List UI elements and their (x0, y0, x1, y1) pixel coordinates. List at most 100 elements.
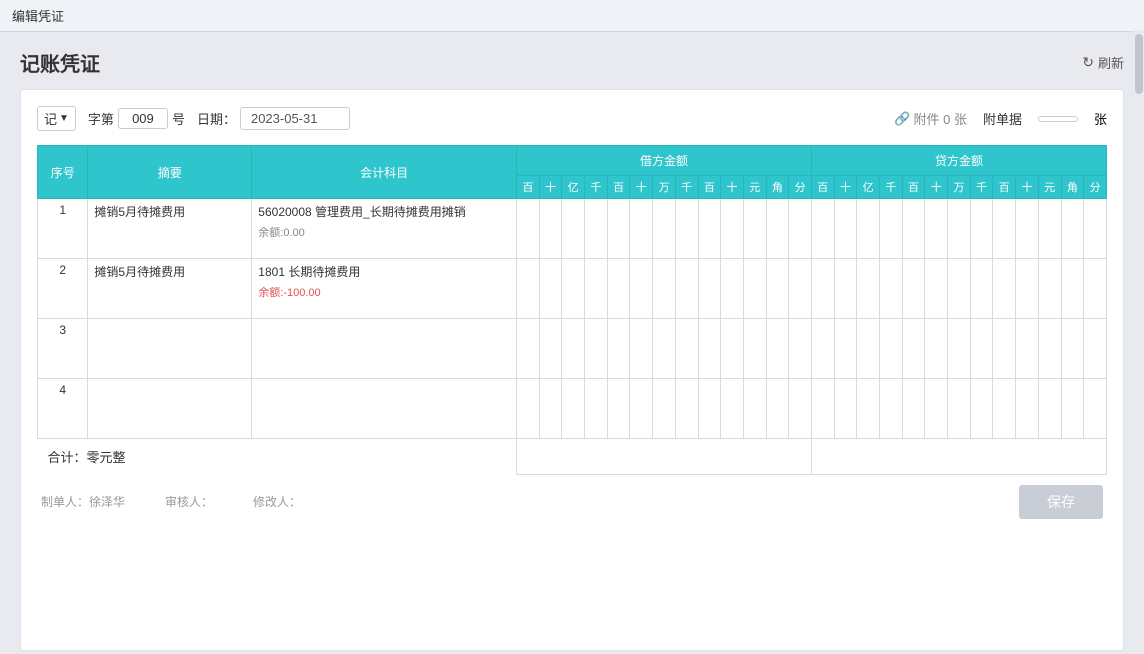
debit-cell-r0-c4[interactable] (607, 199, 630, 259)
debit-cell-r2-c1[interactable] (539, 319, 562, 379)
debit-cell-r3-c0[interactable] (517, 379, 540, 439)
credit-cell-r2-c8[interactable] (993, 319, 1016, 379)
debit-cell-r1-c8[interactable] (698, 259, 721, 319)
debit-cell-r2-c9[interactable] (721, 319, 744, 379)
credit-cell-r0-c3[interactable] (880, 199, 903, 259)
debit-cell-r3-c10[interactable] (743, 379, 766, 439)
ji-dropdown[interactable]: 记 ▼ (37, 106, 76, 131)
credit-cell-r3-c5[interactable] (925, 379, 948, 439)
row-summary-3[interactable] (88, 379, 252, 439)
credit-cell-r3-c4[interactable] (902, 379, 925, 439)
debit-cell-r0-c10[interactable] (743, 199, 766, 259)
credit-cell-r2-c0[interactable] (811, 319, 834, 379)
debit-cell-r1-c3[interactable] (585, 259, 608, 319)
debit-cell-r1-c9[interactable] (721, 259, 744, 319)
debit-cell-r1-c2[interactable] (562, 259, 585, 319)
credit-cell-r2-c7[interactable] (970, 319, 993, 379)
credit-cell-r1-c1[interactable] (834, 259, 857, 319)
refresh-button[interactable]: ↻ 刷新 (1082, 53, 1124, 72)
credit-cell-r0-c5[interactable] (925, 199, 948, 259)
credit-cell-r2-c10[interactable] (1038, 319, 1061, 379)
debit-cell-r3-c2[interactable] (562, 379, 585, 439)
credit-cell-r1-c4[interactable] (902, 259, 925, 319)
debit-cell-r1-c5[interactable] (630, 259, 653, 319)
credit-cell-r0-c1[interactable] (834, 199, 857, 259)
debit-cell-r2-c5[interactable] (630, 319, 653, 379)
credit-cell-r3-c7[interactable] (970, 379, 993, 439)
credit-cell-r0-c0[interactable] (811, 199, 834, 259)
debit-cell-r3-c6[interactable] (653, 379, 676, 439)
credit-cell-r0-c2[interactable] (857, 199, 880, 259)
credit-cell-r2-c9[interactable] (1016, 319, 1039, 379)
credit-cell-r2-c2[interactable] (857, 319, 880, 379)
credit-cell-r3-c3[interactable] (880, 379, 903, 439)
debit-cell-r0-c11[interactable] (766, 199, 789, 259)
credit-cell-r0-c10[interactable] (1038, 199, 1061, 259)
debit-cell-r0-c6[interactable] (653, 199, 676, 259)
credit-cell-r1-c0[interactable] (811, 259, 834, 319)
debit-cell-r1-c12[interactable] (789, 259, 812, 319)
credit-cell-r1-c11[interactable] (1061, 259, 1084, 319)
debit-cell-r3-c9[interactable] (721, 379, 744, 439)
credit-cell-r1-c12[interactable] (1084, 259, 1107, 319)
row-summary-0[interactable]: 摊销5月待摊费用 (88, 199, 252, 259)
credit-cell-r0-c12[interactable] (1084, 199, 1107, 259)
debit-cell-r2-c12[interactable] (789, 319, 812, 379)
debit-cell-r0-c9[interactable] (721, 199, 744, 259)
credit-cell-r1-c7[interactable] (970, 259, 993, 319)
debit-cell-r2-c11[interactable] (766, 319, 789, 379)
debit-cell-r0-c0[interactable] (517, 199, 540, 259)
credit-cell-r0-c6[interactable] (948, 199, 971, 259)
row-summary-2[interactable] (88, 319, 252, 379)
date-field[interactable]: 2023-05-31 (240, 107, 350, 130)
save-button[interactable]: 保存 (1019, 485, 1103, 519)
debit-cell-r2-c2[interactable] (562, 319, 585, 379)
debit-cell-r3-c12[interactable] (789, 379, 812, 439)
credit-cell-r3-c12[interactable] (1084, 379, 1107, 439)
debit-cell-r1-c7[interactable] (675, 259, 698, 319)
debit-cell-r0-c2[interactable] (562, 199, 585, 259)
debit-cell-r2-c6[interactable] (653, 319, 676, 379)
credit-cell-r1-c6[interactable] (948, 259, 971, 319)
debit-cell-r2-c4[interactable] (607, 319, 630, 379)
credit-cell-r2-c3[interactable] (880, 319, 903, 379)
credit-cell-r3-c10[interactable] (1038, 379, 1061, 439)
credit-cell-r2-c5[interactable] (925, 319, 948, 379)
debit-cell-r3-c1[interactable] (539, 379, 562, 439)
debit-cell-r1-c10[interactable] (743, 259, 766, 319)
credit-cell-r3-c8[interactable] (993, 379, 1016, 439)
row-subject-3[interactable] (252, 379, 517, 439)
credit-cell-r2-c12[interactable] (1084, 319, 1107, 379)
row-subject-2[interactable] (252, 319, 517, 379)
credit-cell-r3-c9[interactable] (1016, 379, 1039, 439)
credit-cell-r2-c6[interactable] (948, 319, 971, 379)
attachment-link[interactable]: 🔗 附件 0 张 (894, 109, 967, 128)
row-subject-1[interactable]: 1801 长期待摊费用余额:-100.00 (252, 259, 517, 319)
debit-cell-r0-c12[interactable] (789, 199, 812, 259)
debit-cell-r3-c5[interactable] (630, 379, 653, 439)
debit-cell-r0-c1[interactable] (539, 199, 562, 259)
debit-cell-r3-c3[interactable] (585, 379, 608, 439)
credit-cell-r1-c5[interactable] (925, 259, 948, 319)
debit-cell-r1-c0[interactable] (517, 259, 540, 319)
credit-cell-r1-c3[interactable] (880, 259, 903, 319)
credit-cell-r1-c2[interactable] (857, 259, 880, 319)
credit-cell-r1-c8[interactable] (993, 259, 1016, 319)
credit-cell-r0-c7[interactable] (970, 199, 993, 259)
credit-cell-r3-c0[interactable] (811, 379, 834, 439)
credit-cell-r0-c4[interactable] (902, 199, 925, 259)
debit-cell-r3-c7[interactable] (675, 379, 698, 439)
debit-cell-r3-c4[interactable] (607, 379, 630, 439)
scrollbar-thumb[interactable] (1135, 34, 1143, 94)
zi-di-num[interactable]: 009 (118, 108, 168, 129)
debit-cell-r1-c1[interactable] (539, 259, 562, 319)
credit-cell-r3-c1[interactable] (834, 379, 857, 439)
credit-cell-r2-c4[interactable] (902, 319, 925, 379)
debit-cell-r3-c11[interactable] (766, 379, 789, 439)
row-summary-1[interactable]: 摊销5月待摊费用 (88, 259, 252, 319)
credit-cell-r3-c6[interactable] (948, 379, 971, 439)
debit-cell-r2-c8[interactable] (698, 319, 721, 379)
credit-cell-r2-c11[interactable] (1061, 319, 1084, 379)
debit-cell-r0-c8[interactable] (698, 199, 721, 259)
debit-cell-r2-c10[interactable] (743, 319, 766, 379)
